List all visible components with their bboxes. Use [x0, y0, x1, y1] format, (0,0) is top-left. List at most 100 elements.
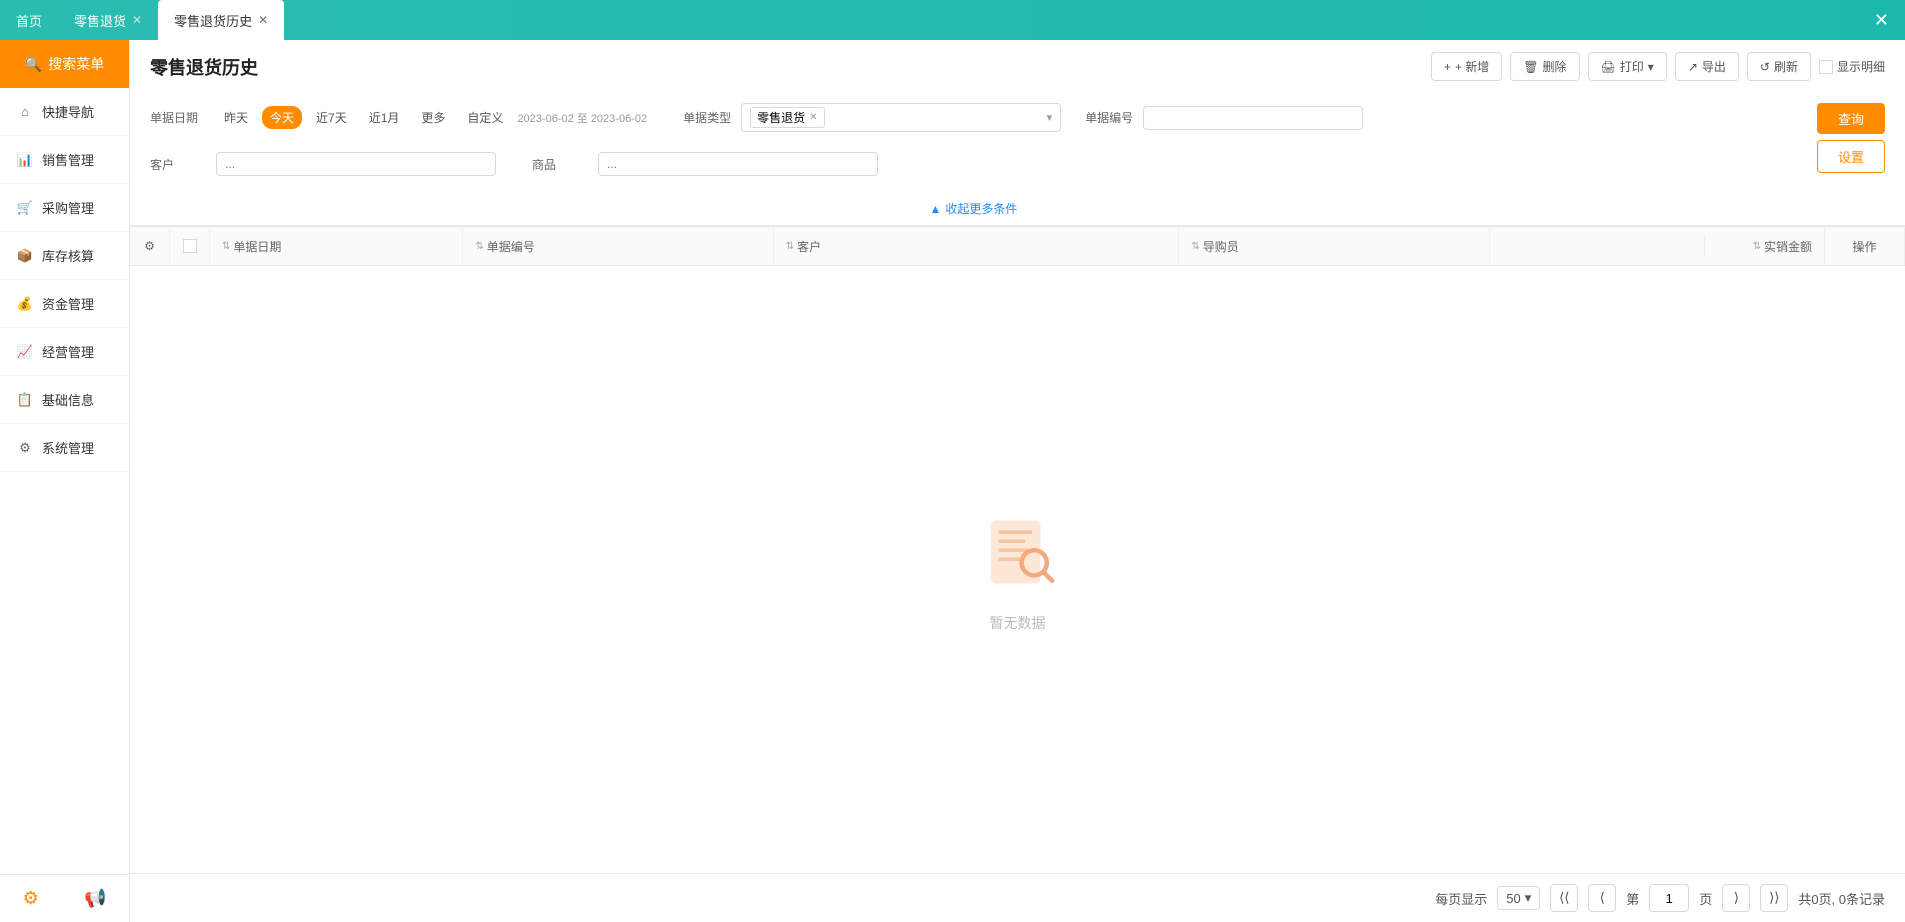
display-toggle-label: 显示明细	[1837, 58, 1885, 75]
sidebar-item-label: 基础信息	[42, 390, 94, 409]
query-button[interactable]: 查询	[1817, 103, 1885, 134]
last-page-btn[interactable]: ⟩⟩	[1760, 884, 1788, 912]
select-arrow-icon: ▾	[1047, 111, 1053, 124]
print-icon: 🖨	[1601, 60, 1616, 74]
date-label: 单据日期	[150, 109, 200, 126]
sidebar-item-purchase[interactable]: 🛒 采购管理	[0, 184, 129, 232]
sort-icon[interactable]: ⇅	[786, 241, 794, 252]
date-today-btn[interactable]: 今天	[262, 106, 302, 129]
page-size-arrow: ▾	[1525, 890, 1532, 906]
customer-label: 客户	[150, 156, 200, 173]
empty-illustration	[973, 507, 1063, 597]
voucher-type-select[interactable]: 零售退货 ✕ ▾	[741, 103, 1061, 132]
next-page-btn[interactable]: ⟩	[1722, 884, 1750, 912]
tab-retail-return-history[interactable]: 零售退货历史 ✕	[158, 0, 284, 40]
sidebar-item-label: 销售管理	[42, 150, 94, 169]
tab-home[interactable]: 首页	[0, 0, 58, 40]
add-icon: +	[1444, 60, 1451, 74]
sort-icon[interactable]: ⇅	[1753, 241, 1761, 252]
table-section: ⚙ ⇅ 单据日期 ⇅ 单据编号 ⇅ 客户 ⇅	[130, 226, 1905, 922]
tag-close-icon[interactable]: ✕	[809, 112, 817, 123]
voucher-num-label: 单据编号	[1085, 109, 1135, 126]
sidebar-item-quicknav[interactable]: ⌂ 快捷导航	[0, 88, 129, 136]
date-custom-btn[interactable]: 自定义	[459, 106, 511, 129]
export-icon: ↗	[1688, 60, 1698, 74]
close-icon[interactable]: ✕	[132, 13, 142, 27]
th-customer: ⇅ 客户	[774, 228, 1180, 265]
sidebar-item-basic-info[interactable]: 📋 基础信息	[0, 376, 129, 424]
sidebar-item-system[interactable]: ⚙ 系统管理	[0, 424, 129, 472]
voucher-type-value: 零售退货	[757, 109, 805, 126]
business-icon: 📈	[16, 343, 34, 361]
refresh-icon: ↺	[1760, 60, 1770, 74]
goods-input[interactable]	[598, 152, 878, 176]
collapse-label: 收起更多条件	[945, 200, 1017, 217]
customer-input[interactable]	[216, 152, 496, 176]
display-toggle-checkbox[interactable]	[1819, 60, 1833, 74]
th-date: ⇅ 单据日期	[210, 228, 463, 265]
page-size-select[interactable]: 50 ▾	[1497, 886, 1540, 910]
sidebar-item-label: 系统管理	[42, 438, 94, 457]
goods-field[interactable]	[607, 157, 869, 171]
top-bar-close[interactable]: ✕	[1874, 10, 1905, 31]
page-label: 第	[1626, 889, 1639, 908]
sidebar-item-business[interactable]: 📈 经营管理	[0, 328, 129, 376]
finance-icon: 💰	[16, 295, 34, 313]
sidebar-item-inventory[interactable]: 📦 库存核算	[0, 232, 129, 280]
print-button[interactable]: 🖨 打印 ▾	[1588, 52, 1667, 81]
voucher-num-input[interactable]	[1143, 106, 1363, 130]
page-title-row: 零售退货历史 + + 新增 🗑 删除 🖨 打印 ▾	[150, 52, 1885, 81]
date-1month-btn[interactable]: 近1月	[361, 106, 408, 129]
sidebar-item-finance[interactable]: 💰 资金管理	[0, 280, 129, 328]
toolbar: + + 新增 🗑 删除 🖨 打印 ▾ ↗ 导出	[1431, 52, 1885, 81]
filter-section: 单据日期 昨天 今天 近7天 近1月 更多 自定义 2023-06-02 至 2…	[150, 93, 1885, 225]
print-arrow-icon: ▾	[1648, 60, 1654, 74]
sort-icon[interactable]: ⇅	[475, 241, 483, 252]
date-more-btn[interactable]: 更多	[413, 106, 453, 129]
close-icon[interactable]: ✕	[258, 13, 268, 27]
page-num-input[interactable]	[1649, 884, 1689, 912]
page-header: 零售退货历史 + + 新增 🗑 删除 🖨 打印 ▾	[130, 40, 1905, 226]
sidebar-nav: ⌂ 快捷导航 📊 销售管理 🛒 采购管理 📦 库存核算 💰 资金管理 📈	[0, 88, 129, 874]
date-yesterday-btn[interactable]: 昨天	[216, 106, 256, 129]
th-amount: ⇅ 实销金额	[1705, 228, 1825, 265]
export-label: 导出	[1702, 58, 1726, 75]
th-checkbox[interactable]	[170, 229, 210, 263]
first-page-btn[interactable]: ⟨⟨	[1550, 884, 1578, 912]
collapse-btn[interactable]: ▲ 收起更多条件	[150, 196, 1797, 225]
export-button[interactable]: ↗ 导出	[1675, 52, 1739, 81]
sort-icon[interactable]: ⇅	[1191, 241, 1199, 252]
tab-retail-return[interactable]: 零售退货 ✕	[58, 0, 158, 40]
settings-icon: ⚙	[144, 239, 155, 253]
empty-text: 暂无数据	[990, 613, 1046, 633]
filter-actions: 查询 设置	[1817, 103, 1885, 173]
delete-button[interactable]: 🗑 删除	[1510, 52, 1579, 81]
sort-icon[interactable]: ⇅	[222, 241, 230, 252]
sidebar-item-label: 快捷导航	[42, 102, 94, 121]
th-amount-label: 实销金额	[1764, 238, 1812, 255]
prev-page-btn[interactable]: ⟨	[1588, 884, 1616, 912]
add-button[interactable]: + + 新增	[1431, 52, 1502, 81]
customer-field[interactable]	[225, 157, 487, 171]
settings-bottom-icon[interactable]: ⚙	[23, 888, 39, 909]
select-all-checkbox[interactable]	[183, 239, 197, 253]
home-icon: ⌂	[16, 103, 34, 121]
sidebar-item-sales[interactable]: 📊 销售管理	[0, 136, 129, 184]
th-guide-label: 导购员	[1203, 238, 1239, 255]
inventory-icon: 📦	[16, 247, 34, 265]
search-menu-btn[interactable]: 🔍 搜索菜单	[0, 40, 129, 88]
voucher-num-field[interactable]	[1152, 111, 1354, 125]
purchase-icon: 🛒	[16, 199, 34, 217]
th-settings[interactable]: ⚙	[130, 229, 170, 263]
th-num: ⇅ 单据编号	[463, 228, 773, 265]
top-bar: 首页 零售退货 ✕ 零售退货历史 ✕ ✕	[0, 0, 1905, 40]
sidebar-item-label: 采购管理	[42, 198, 94, 217]
settings-filter-button[interactable]: 设置	[1817, 140, 1885, 173]
goods-label: 商品	[532, 156, 582, 173]
date-7days-btn[interactable]: 近7天	[308, 106, 355, 129]
refresh-button[interactable]: ↺ 刷新	[1747, 52, 1811, 81]
th-date-label: 单据日期	[233, 238, 281, 255]
page-suffix: 页	[1699, 889, 1712, 908]
speaker-icon[interactable]: 📢	[84, 888, 106, 909]
date-filter: 昨天 今天 近7天 近1月 更多 自定义 2023-06-02 至 2023-0…	[216, 106, 647, 129]
